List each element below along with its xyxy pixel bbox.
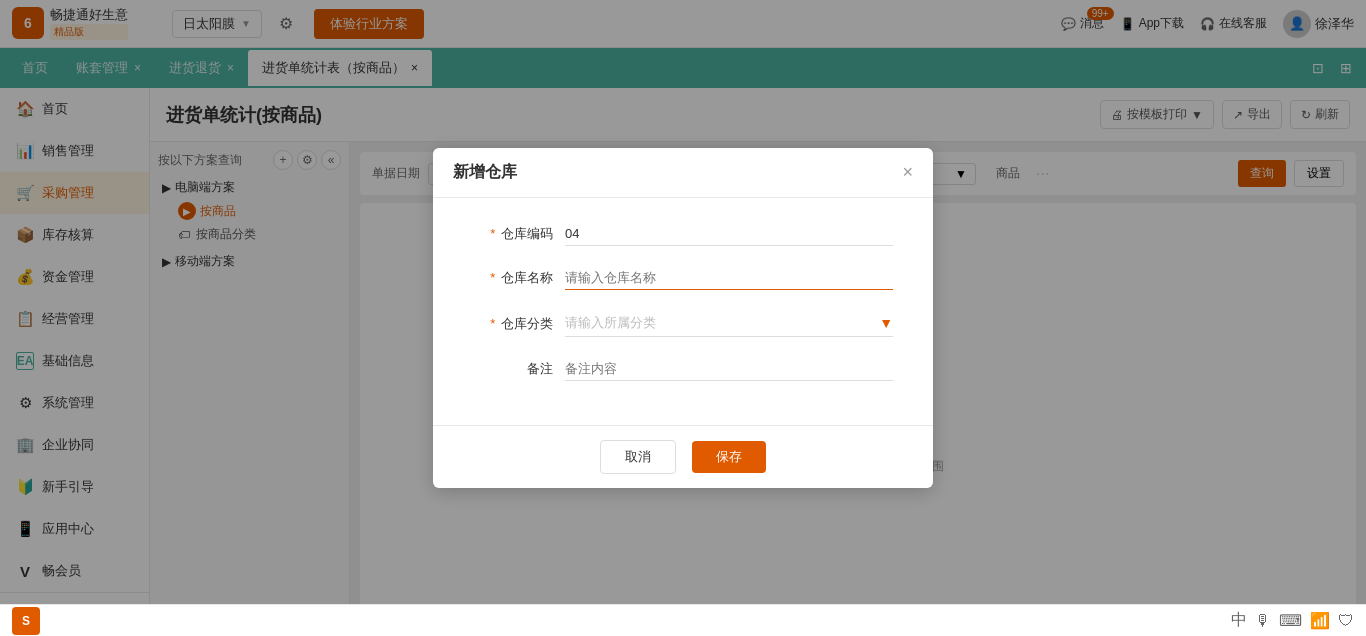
dialog-title: 新增仓库 xyxy=(453,162,517,183)
chinese-input-icon: 中 xyxy=(1231,610,1247,631)
dialog-close-button[interactable]: × xyxy=(902,162,913,183)
keyboard-icon[interactable]: ⌨ xyxy=(1279,611,1302,630)
note-label: 备注 xyxy=(473,360,553,378)
code-field-row: * 仓库编码 xyxy=(473,222,893,246)
name-label: * 仓库名称 xyxy=(473,269,553,287)
category-select[interactable]: 请输入所属分类 ▼ xyxy=(565,310,893,337)
dialog-header: 新增仓库 × xyxy=(433,148,933,198)
dialog-body: * 仓库编码 * 仓库名称 * 仓库分类 请输入所属 xyxy=(433,198,933,425)
category-placeholder: 请输入所属分类 xyxy=(565,314,656,332)
category-chevron-icon: ▼ xyxy=(879,315,893,331)
note-input[interactable] xyxy=(565,357,893,381)
dialog-footer: 取消 保存 xyxy=(433,425,933,488)
name-input[interactable] xyxy=(565,266,893,290)
status-logo: S xyxy=(12,607,40,635)
save-button[interactable]: 保存 xyxy=(692,441,766,473)
status-bar: S 中 🎙 ⌨ 📶 🛡 xyxy=(0,604,1366,636)
add-warehouse-dialog: 新增仓库 × * 仓库编码 * 仓库名称 xyxy=(433,148,933,488)
mic-icon[interactable]: 🎙 xyxy=(1255,612,1271,630)
wifi-icon: 📶 xyxy=(1310,611,1330,630)
shield-icon: 🛡 xyxy=(1338,612,1354,630)
code-label: * 仓库编码 xyxy=(473,225,553,243)
code-input[interactable] xyxy=(565,222,893,246)
status-icons: 中 🎙 ⌨ 📶 🛡 xyxy=(1231,610,1354,631)
modal-overlay: 新增仓库 × * 仓库编码 * 仓库名称 xyxy=(0,0,1366,636)
note-field-row: 备注 xyxy=(473,357,893,381)
name-field-row: * 仓库名称 xyxy=(473,266,893,290)
cancel-button[interactable]: 取消 xyxy=(600,440,676,474)
category-label: * 仓库分类 xyxy=(473,315,553,333)
category-field-row: * 仓库分类 请输入所属分类 ▼ xyxy=(473,310,893,337)
